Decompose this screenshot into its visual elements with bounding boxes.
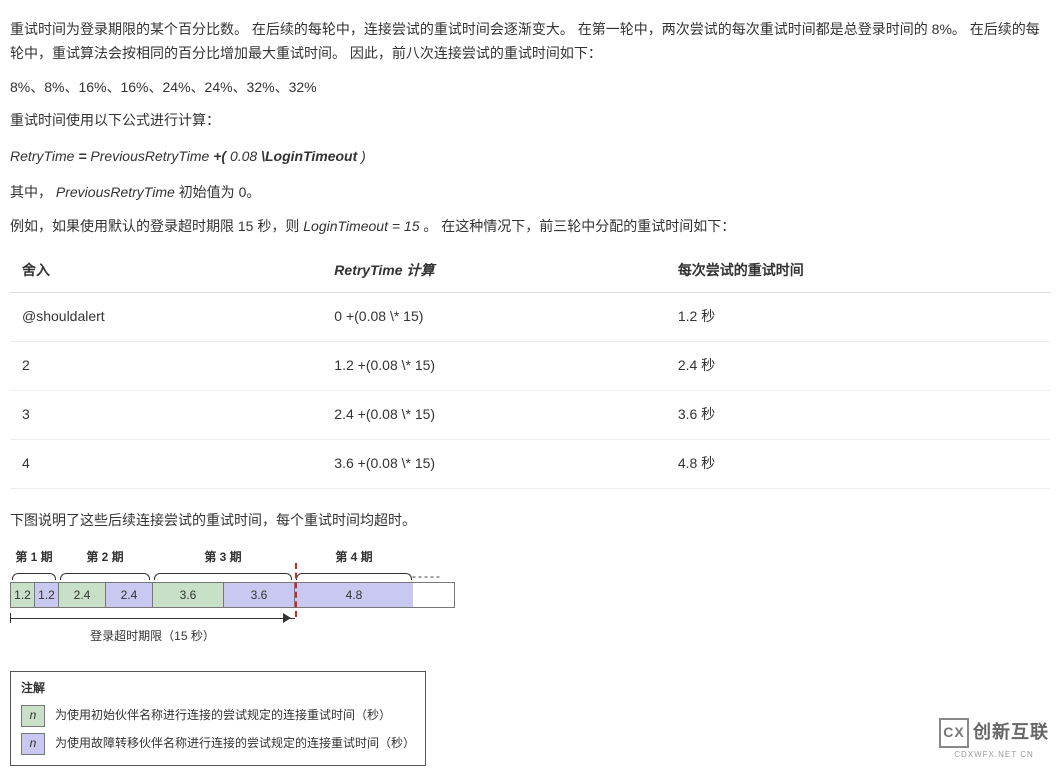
box-2-4-b: 2.4 [106, 583, 153, 607]
legend-row-failover: n 为使用故障转移伙伴名称进行连接的尝试规定的连接重试时间（秒） [21, 733, 415, 755]
timeout-dashed-line [295, 563, 297, 617]
cell-calc: 3.6 +(0.08 \* 15) [322, 439, 666, 488]
brace-1 [10, 568, 58, 580]
timeout-caption: 登录超时期限（15 秒） [10, 626, 295, 646]
logo-name: 创新互联 [973, 717, 1049, 748]
logo-subtext: CDXWFX.NET CN [939, 748, 1049, 762]
table-header-round: 舍入 [10, 249, 322, 293]
table-header-row: 舍入 RetryTime 计算 每次尝试的重试时间 [10, 249, 1051, 293]
box-1-2-b: 1.2 [35, 583, 59, 607]
paragraph-formula-intro: 重试时间使用以下公式进行计算： [10, 109, 1051, 133]
paragraph-intro: 重试时间为登录期限的某个百分比数。 在后续的每轮中，连接尝试的重试时间会逐渐变大… [10, 18, 1051, 66]
legend-text-failover: 为使用故障转移伙伴名称进行连接的尝试规定的连接重试时间（秒） [55, 733, 415, 753]
paragraph-diagram-intro: 下图说明了这些后续连接尝试的重试时间，每个重试时间均超时。 [10, 509, 1051, 533]
logo-cx-icon: CX [939, 718, 969, 748]
brace-2 [58, 568, 152, 580]
legend-text-initial: 为使用初始伙伴名称进行连接的尝试规定的连接重试时间（秒） [55, 705, 391, 725]
table-header-pertry: 每次尝试的重试时间 [666, 249, 1051, 293]
legend-box: 注解 n 为使用初始伙伴名称进行连接的尝试规定的连接重试时间（秒） n 为使用故… [10, 671, 426, 765]
period-labels-row: 第 1 期 第 2 期 第 3 期 第 4 期 [10, 547, 455, 567]
cell-time: 2.4 秒 [666, 342, 1051, 391]
p3-prefix: 其中， [10, 184, 56, 200]
box-2-4-a: 2.4 [59, 583, 106, 607]
table-row: 2 1.2 +(0.08 \* 15) 2.4 秒 [10, 342, 1051, 391]
legend-title: 注解 [21, 678, 415, 698]
cell-round: 3 [10, 390, 322, 439]
diagram-dots: ----- [412, 566, 442, 586]
legend-row-initial: n 为使用初始伙伴名称进行连接的尝试规定的连接重试时间（秒） [21, 705, 415, 727]
formula-login: \LoginTimeout [261, 148, 357, 164]
formula-factor: 0.08 [230, 148, 261, 164]
table-header-calc: RetryTime 计算 [322, 249, 666, 293]
brace-4: ----- [294, 568, 414, 580]
cell-time: 3.6 秒 [666, 390, 1051, 439]
p3-suffix: 初始值为 0。 [179, 184, 261, 200]
formula-close: ) [361, 148, 366, 164]
brand-logo: CX 创新互联 CDXWFX.NET CN [939, 717, 1049, 761]
percent-sequence: 8%、8%、16%、16%、24%、24%、32%、32% [10, 76, 1051, 100]
retry-time-table: 舍入 RetryTime 计算 每次尝试的重试时间 @shouldalert 0… [10, 249, 1051, 489]
cell-calc: 0 +(0.08 \* 15) [322, 293, 666, 342]
p4-suffix: 。 在这种情况下，前三轮中分配的重试时间如下： [423, 218, 735, 234]
period-label-2: 第 2 期 [58, 547, 152, 567]
cell-round: @shouldalert [10, 293, 322, 342]
period-label-1: 第 1 期 [10, 547, 58, 567]
table-row: @shouldalert 0 +(0.08 \* 15) 1.2 秒 [10, 293, 1051, 342]
table-row: 3 2.4 +(0.08 \* 15) 3.6 秒 [10, 390, 1051, 439]
retry-formula: RetryTime = PreviousRetryTime +( 0.08 \L… [10, 145, 1051, 169]
timeout-arrow [10, 610, 295, 628]
paragraph-example: 例如，如果使用默认的登录超时期限 15 秒，则 LoginTimeout = 1… [10, 215, 1051, 239]
formula-eq: = [78, 148, 90, 164]
cell-round: 4 [10, 439, 322, 488]
retry-diagram: 第 1 期 第 2 期 第 3 期 第 4 期 ----- 1.2 1.2 2.… [10, 547, 455, 646]
box-1-2-a: 1.2 [11, 583, 35, 607]
table-row: 4 3.6 +(0.08 \* 15) 4.8 秒 [10, 439, 1051, 488]
cell-calc: 2.4 +(0.08 \* 15) [322, 390, 666, 439]
legend-swatch-initial: n [21, 705, 45, 727]
p4-var: LoginTimeout = 15 [303, 218, 419, 234]
period-label-3: 第 3 期 [152, 547, 294, 567]
th2-text: RetryTime 计算 [334, 262, 434, 278]
p3-var: PreviousRetryTime [56, 184, 175, 200]
cell-time: 1.2 秒 [666, 293, 1051, 342]
period-label-4: 第 4 期 [294, 547, 414, 567]
p4-prefix: 例如，如果使用默认的登录超时期限 15 秒，则 [10, 218, 303, 234]
legend-swatch-failover: n [21, 733, 45, 755]
formula-lhs: RetryTime [10, 148, 74, 164]
formula-plus-open: +( [213, 148, 230, 164]
brace-row: ----- [10, 568, 455, 582]
box-3-6-b: 3.6 [224, 583, 295, 607]
cell-round: 2 [10, 342, 322, 391]
cell-time: 4.8 秒 [666, 439, 1051, 488]
box-4-8: 4.8 [295, 583, 413, 607]
paragraph-initial-value: 其中， PreviousRetryTime 初始值为 0。 [10, 181, 1051, 205]
brace-3 [152, 568, 294, 580]
box-3-6-a: 3.6 [153, 583, 224, 607]
retry-boxes: 1.2 1.2 2.4 2.4 3.6 3.6 4.8 [10, 582, 455, 608]
cell-calc: 1.2 +(0.08 \* 15) [322, 342, 666, 391]
formula-prev: PreviousRetryTime [90, 148, 213, 164]
